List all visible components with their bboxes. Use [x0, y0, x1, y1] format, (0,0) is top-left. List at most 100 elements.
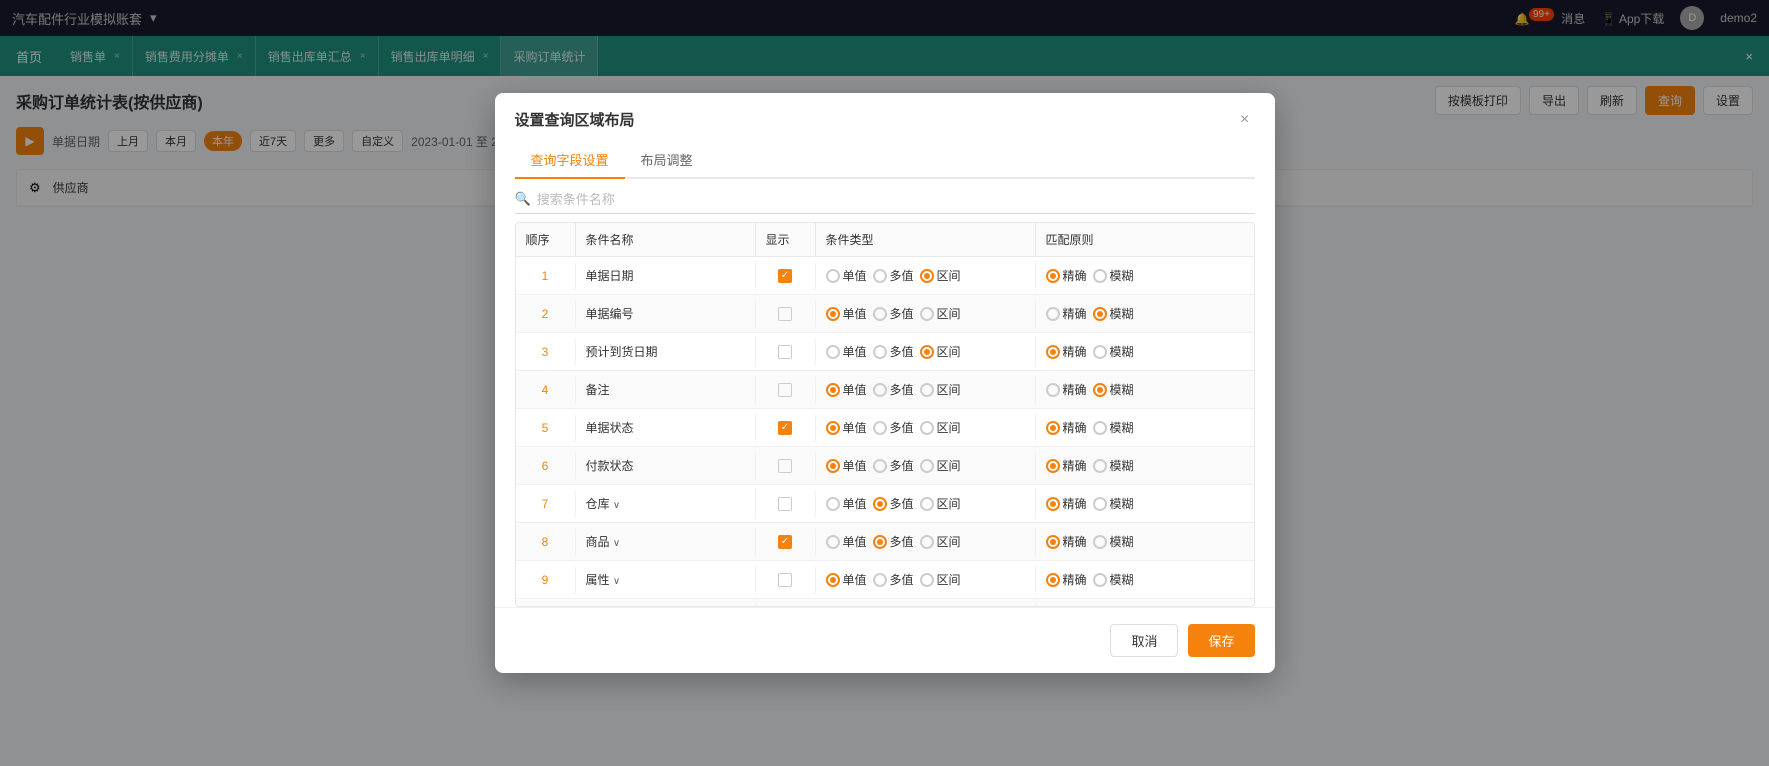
cond-radio-6-2[interactable]: 区间	[920, 495, 961, 512]
table-row: 2单据编号单值多值区间精确模糊	[516, 295, 1254, 333]
cond-radio-0-1[interactable]: 多值	[873, 267, 914, 284]
row-checkbox-6[interactable]	[756, 491, 816, 517]
dialog-title: 设置查询区域布局	[515, 109, 635, 130]
checkbox-3[interactable]	[778, 383, 792, 397]
cond-radio-2-1[interactable]: 多值	[873, 343, 914, 360]
tab-layout[interactable]: 布局调整	[625, 142, 709, 179]
cond-radio-6-0[interactable]: 单值	[826, 495, 867, 512]
cancel-button[interactable]: 取消	[1110, 624, 1178, 657]
match-radio-2-0[interactable]: 精确	[1046, 343, 1087, 360]
row-checkbox-1[interactable]	[756, 301, 816, 327]
match-radio-6-1[interactable]: 模糊	[1093, 495, 1134, 512]
cond-radio-4-0[interactable]: 单值	[826, 419, 867, 436]
cond-radio-4-2[interactable]: 区间	[920, 419, 961, 436]
match-radio-6-0[interactable]: 精确	[1046, 495, 1087, 512]
dialog-close-button[interactable]: ×	[1235, 110, 1255, 130]
match-radio-8-1[interactable]: 模糊	[1093, 571, 1134, 588]
row-checkbox-3[interactable]	[756, 377, 816, 403]
match-radio-0-1[interactable]: 模糊	[1093, 267, 1134, 284]
cond-radio-4-1[interactable]: 多值	[873, 419, 914, 436]
row-cond-6: 单值多值区间	[816, 489, 1036, 518]
row-checkbox-0[interactable]	[756, 263, 816, 289]
search-input[interactable]	[537, 192, 1255, 207]
row-checkbox-2[interactable]	[756, 339, 816, 365]
th-name: 条件名称	[576, 223, 756, 256]
row-name-1: 单据编号	[576, 299, 756, 328]
checkbox-8[interactable]	[778, 573, 792, 587]
match-radio-7-0[interactable]: 精确	[1046, 533, 1087, 550]
tab-query-fields[interactable]: 查询字段设置	[515, 142, 625, 179]
match-radio-2-1[interactable]: 模糊	[1093, 343, 1134, 360]
row-checkbox-5[interactable]	[756, 453, 816, 479]
cond-radio-8-0[interactable]: 单值	[826, 571, 867, 588]
row-match-4: 精确模糊	[1036, 413, 1255, 442]
search-box: 🔍	[515, 191, 1255, 214]
row-num-0: 1	[516, 263, 576, 289]
th-display: 显示	[756, 223, 816, 256]
row-cond-5: 单值多值区间	[816, 451, 1036, 480]
table-row: 3预计到货日期单值多值区间精确模糊	[516, 333, 1254, 371]
th-cond-type: 条件类型	[816, 223, 1036, 256]
cond-radio-5-1[interactable]: 多值	[873, 457, 914, 474]
table-row: 8商品 ∨单值多值区间精确模糊	[516, 523, 1254, 561]
cond-radio-5-2[interactable]: 区间	[920, 457, 961, 474]
modal-overlay: 设置查询区域布局 × 查询字段设置 布局调整 🔍 顺序 条件名称 显示 条件类型	[0, 0, 1769, 766]
row-checkbox-8[interactable]	[756, 567, 816, 593]
match-radio-0-0[interactable]: 精确	[1046, 267, 1087, 284]
th-order: 顺序	[516, 223, 576, 256]
row-match-6: 精确模糊	[1036, 489, 1255, 518]
cond-radio-1-1[interactable]: 多值	[873, 305, 914, 322]
row-match-0: 精确模糊	[1036, 261, 1255, 290]
match-radio-1-0[interactable]: 精确	[1046, 305, 1087, 322]
cond-radio-6-1[interactable]: 多值	[873, 495, 914, 512]
row-num-3: 4	[516, 377, 576, 403]
match-radio-8-0[interactable]: 精确	[1046, 571, 1087, 588]
match-radio-3-0[interactable]: 精确	[1046, 381, 1087, 398]
row-name-0: 单据日期	[576, 261, 756, 290]
match-radio-4-0[interactable]: 精确	[1046, 419, 1087, 436]
checkbox-2[interactable]	[778, 345, 792, 359]
table-row: 1单据日期单值多值区间精确模糊	[516, 257, 1254, 295]
row-cond-7: 单值多值区间	[816, 527, 1036, 556]
row-num-8: 9	[516, 567, 576, 593]
cond-radio-3-1[interactable]: 多值	[873, 381, 914, 398]
row-match-2: 精确模糊	[1036, 337, 1255, 366]
dialog-header: 设置查询区域布局 ×	[495, 93, 1275, 130]
checkbox-7[interactable]	[778, 535, 792, 549]
cond-radio-3-2[interactable]: 区间	[920, 381, 961, 398]
cond-radio-7-2[interactable]: 区间	[920, 533, 961, 550]
match-radio-5-0[interactable]: 精确	[1046, 457, 1087, 474]
cond-radio-1-2[interactable]: 区间	[920, 305, 961, 322]
row-name-5: 付款状态	[576, 451, 756, 480]
row-checkbox-7[interactable]	[756, 529, 816, 555]
row-name-3: 备注	[576, 375, 756, 404]
cond-radio-8-2[interactable]: 区间	[920, 571, 961, 588]
checkbox-1[interactable]	[778, 307, 792, 321]
row-cond-0: 单值多值区间	[816, 261, 1036, 290]
cond-radio-0-0[interactable]: 单值	[826, 267, 867, 284]
cond-radio-2-0[interactable]: 单值	[826, 343, 867, 360]
row-cond-2: 单值多值区间	[816, 337, 1036, 366]
row-checkbox-4[interactable]	[756, 415, 816, 441]
checkbox-5[interactable]	[778, 459, 792, 473]
match-radio-5-1[interactable]: 模糊	[1093, 457, 1134, 474]
cond-radio-8-1[interactable]: 多值	[873, 571, 914, 588]
cond-radio-2-2[interactable]: 区间	[920, 343, 961, 360]
cond-radio-1-0[interactable]: 单值	[826, 305, 867, 322]
row-match-7: 精确模糊	[1036, 527, 1255, 556]
tab-query-fields-label: 查询字段设置	[531, 153, 609, 168]
cond-radio-3-0[interactable]: 单值	[826, 381, 867, 398]
checkbox-0[interactable]	[778, 269, 792, 283]
tab-layout-label: 布局调整	[641, 153, 693, 168]
checkbox-4[interactable]	[778, 421, 792, 435]
cond-radio-0-2[interactable]: 区间	[920, 267, 961, 284]
cond-radio-7-0[interactable]: 单值	[826, 533, 867, 550]
checkbox-6[interactable]	[778, 497, 792, 511]
cond-radio-5-0[interactable]: 单值	[826, 457, 867, 474]
cond-radio-7-1[interactable]: 多值	[873, 533, 914, 550]
match-radio-7-1[interactable]: 模糊	[1093, 533, 1134, 550]
match-radio-4-1[interactable]: 模糊	[1093, 419, 1134, 436]
match-radio-3-1[interactable]: 模糊	[1093, 381, 1134, 398]
save-button[interactable]: 保存	[1188, 624, 1254, 657]
match-radio-1-1[interactable]: 模糊	[1093, 305, 1134, 322]
